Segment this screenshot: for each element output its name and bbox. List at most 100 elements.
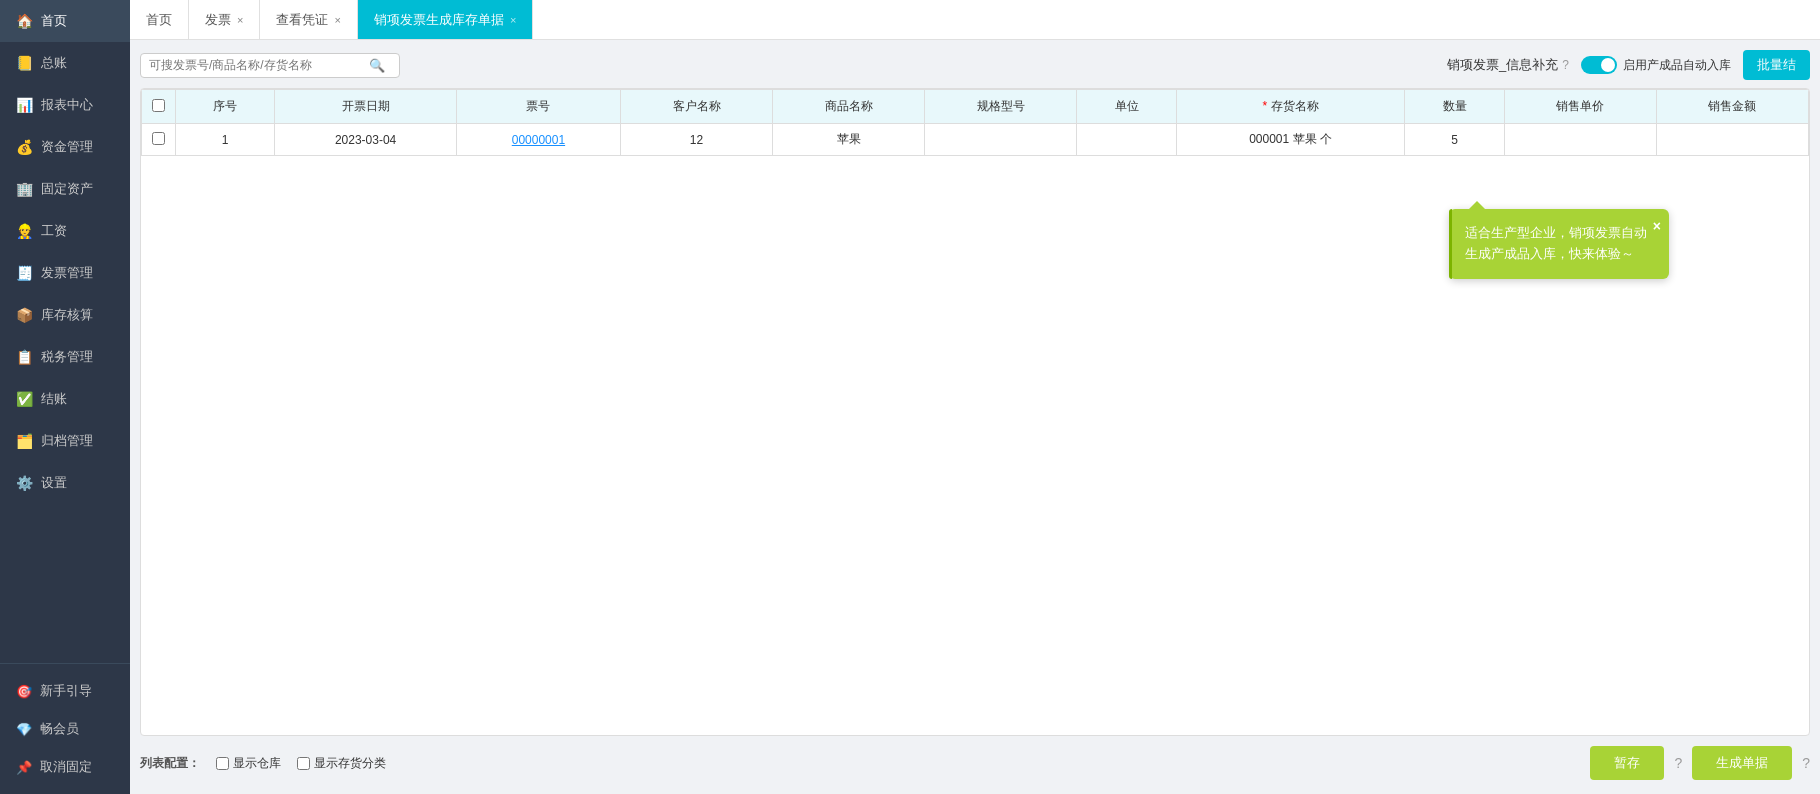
- table-container: 序号 开票日期 票号 客户名称 商品名称 规格型号 单位 存货名称 数量 销售单…: [140, 88, 1810, 736]
- unpin-icon: 📌: [16, 760, 32, 775]
- sidebar-label-archive: 归档管理: [41, 432, 93, 450]
- th-product: 商品名称: [773, 90, 925, 124]
- sidebar: 🏠 首页 📒 总账 📊 报表中心 💰 资金管理 🏢 固定资产 👷 工资 🧾 发票…: [0, 0, 130, 794]
- select-all-checkbox[interactable]: [152, 99, 165, 112]
- toggle-label: 启用产成品自动入库: [1623, 57, 1731, 74]
- sidebar-item-ledger[interactable]: 📒 总账: [0, 42, 130, 84]
- tab-home-label: 首页: [146, 11, 172, 29]
- sidebar-item-settings[interactable]: ⚙️ 设置: [0, 462, 130, 504]
- table-row: 1 2023-03-04 00000001 12 苹果 000001 苹果 个 …: [142, 124, 1809, 156]
- tab-invoice[interactable]: 发票 ×: [189, 0, 260, 39]
- th-ticket-no: 票号: [456, 90, 620, 124]
- generate-help-icon[interactable]: ?: [1802, 755, 1810, 771]
- sidebar-label-capital: 资金管理: [41, 138, 93, 156]
- row-price: [1504, 124, 1656, 156]
- search-input[interactable]: [149, 58, 369, 72]
- ticket-link[interactable]: 00000001: [512, 133, 565, 147]
- tooltip-close-button[interactable]: ×: [1653, 215, 1661, 237]
- info-label-text: 销项发票_信息补充: [1447, 56, 1558, 74]
- tab-bar: 首页 发票 × 查看凭证 × 销项发票生成库存单据 ×: [130, 0, 1820, 40]
- closing-icon: ✅: [16, 391, 33, 407]
- sidebar-item-closing[interactable]: ✅ 结账: [0, 378, 130, 420]
- home-icon: 🏠: [16, 13, 33, 29]
- sidebar-label-reports: 报表中心: [41, 96, 93, 114]
- show-category-label: 显示存货分类: [314, 755, 386, 772]
- tax-icon: 📋: [16, 349, 33, 365]
- sidebar-item-reports[interactable]: 📊 报表中心: [0, 84, 130, 126]
- row-spec: [925, 124, 1077, 156]
- sidebar-item-tax[interactable]: 📋 税务管理: [0, 336, 130, 378]
- tab-voucher-close[interactable]: ×: [334, 14, 340, 26]
- info-help-icon[interactable]: ?: [1562, 58, 1569, 72]
- vip-icon: 💎: [16, 722, 32, 737]
- sidebar-item-archive[interactable]: 🗂️ 归档管理: [0, 420, 130, 462]
- sidebar-item-unpin[interactable]: 📌 取消固定: [0, 748, 130, 786]
- sidebar-item-vip[interactable]: 💎 畅会员: [0, 710, 130, 748]
- row-product: 苹果: [773, 124, 925, 156]
- sidebar-item-hr[interactable]: 👷 工资: [0, 210, 130, 252]
- list-config-label: 列表配置：: [140, 755, 200, 772]
- save-button[interactable]: 暂存: [1590, 746, 1664, 780]
- ledger-icon: 📒: [16, 55, 33, 71]
- row-ticket-no: 00000001: [456, 124, 620, 156]
- generate-button[interactable]: 生成单据: [1692, 746, 1792, 780]
- toolbar-row: 🔍 销项发票_信息补充 ? 启用产成品自动入库 批量结: [140, 50, 1810, 80]
- row-unit: [1077, 124, 1176, 156]
- toolbar-right: 销项发票_信息补充 ? 启用产成品自动入库 批量结: [1447, 50, 1810, 80]
- batch-button[interactable]: 批量结: [1743, 50, 1810, 80]
- tab-generate[interactable]: 销项发票生成库存单据 ×: [358, 0, 533, 39]
- sidebar-item-home[interactable]: 🏠 首页: [0, 0, 130, 42]
- guide-icon: 🎯: [16, 684, 32, 699]
- th-spec: 规格型号: [925, 90, 1077, 124]
- tooltip-text: 适合生产型企业，销项发票自动生成产成品入库，快来体验～: [1465, 225, 1647, 261]
- th-price: 销售单价: [1504, 90, 1656, 124]
- show-category-checkbox[interactable]: [297, 757, 310, 770]
- row-checkbox-cell: [142, 124, 176, 156]
- show-warehouse-checkbox[interactable]: [216, 757, 229, 770]
- sidebar-label-assets: 固定资产: [41, 180, 93, 198]
- inventory-icon: 📦: [16, 307, 33, 323]
- sidebar-label-vip: 畅会员: [40, 720, 79, 738]
- search-box[interactable]: 🔍: [140, 53, 400, 78]
- tab-invoice-close[interactable]: ×: [237, 14, 243, 26]
- th-amount: 销售金额: [1656, 90, 1808, 124]
- sidebar-item-assets[interactable]: 🏢 固定资产: [0, 168, 130, 210]
- tab-generate-close[interactable]: ×: [510, 14, 516, 26]
- th-inventory: 存货名称: [1176, 90, 1405, 124]
- data-table: 序号 开票日期 票号 客户名称 商品名称 规格型号 单位 存货名称 数量 销售单…: [141, 89, 1809, 156]
- sidebar-label-hr: 工资: [41, 222, 67, 240]
- sidebar-bottom: 🎯 新手引导 💎 畅会员 📌 取消固定: [0, 663, 130, 794]
- th-seq: 序号: [176, 90, 275, 124]
- list-config: 列表配置： 显示仓库 显示存货分类: [140, 755, 386, 772]
- sidebar-label-invoice: 发票管理: [41, 264, 93, 282]
- row-inventory: 000001 苹果 个: [1176, 124, 1405, 156]
- toggle-wrapper: 启用产成品自动入库: [1581, 56, 1731, 74]
- auto-stock-toggle[interactable]: [1581, 56, 1617, 74]
- sidebar-item-invoice[interactable]: 🧾 发票管理: [0, 252, 130, 294]
- sidebar-label-home: 首页: [41, 12, 67, 30]
- sidebar-item-inventory[interactable]: 📦 库存核算: [0, 294, 130, 336]
- sidebar-item-capital[interactable]: 💰 资金管理: [0, 126, 130, 168]
- tab-voucher[interactable]: 查看凭证 ×: [260, 0, 357, 39]
- settings-icon: ⚙️: [16, 475, 33, 491]
- tab-home[interactable]: 首页: [130, 0, 189, 39]
- bottom-bar: 列表配置： 显示仓库 显示存货分类 暂存 ? 生成单据 ?: [140, 736, 1810, 784]
- sidebar-label-tax: 税务管理: [41, 348, 93, 366]
- capital-icon: 💰: [16, 139, 33, 155]
- tab-generate-label: 销项发票生成库存单据: [374, 11, 504, 29]
- show-warehouse-item[interactable]: 显示仓库: [216, 755, 281, 772]
- th-checkbox: [142, 90, 176, 124]
- search-icon: 🔍: [369, 58, 385, 73]
- save-help-icon[interactable]: ?: [1674, 755, 1682, 771]
- row-qty: 5: [1405, 124, 1504, 156]
- archive-icon: 🗂️: [16, 433, 33, 449]
- show-warehouse-label: 显示仓库: [233, 755, 281, 772]
- hr-icon: 👷: [16, 223, 33, 239]
- sidebar-label-inventory: 库存核算: [41, 306, 93, 324]
- sidebar-label-unpin: 取消固定: [40, 758, 92, 776]
- th-qty: 数量: [1405, 90, 1504, 124]
- sidebar-item-guide[interactable]: 🎯 新手引导: [0, 672, 130, 710]
- show-category-item[interactable]: 显示存货分类: [297, 755, 386, 772]
- row-checkbox[interactable]: [152, 132, 165, 145]
- row-amount: [1656, 124, 1808, 156]
